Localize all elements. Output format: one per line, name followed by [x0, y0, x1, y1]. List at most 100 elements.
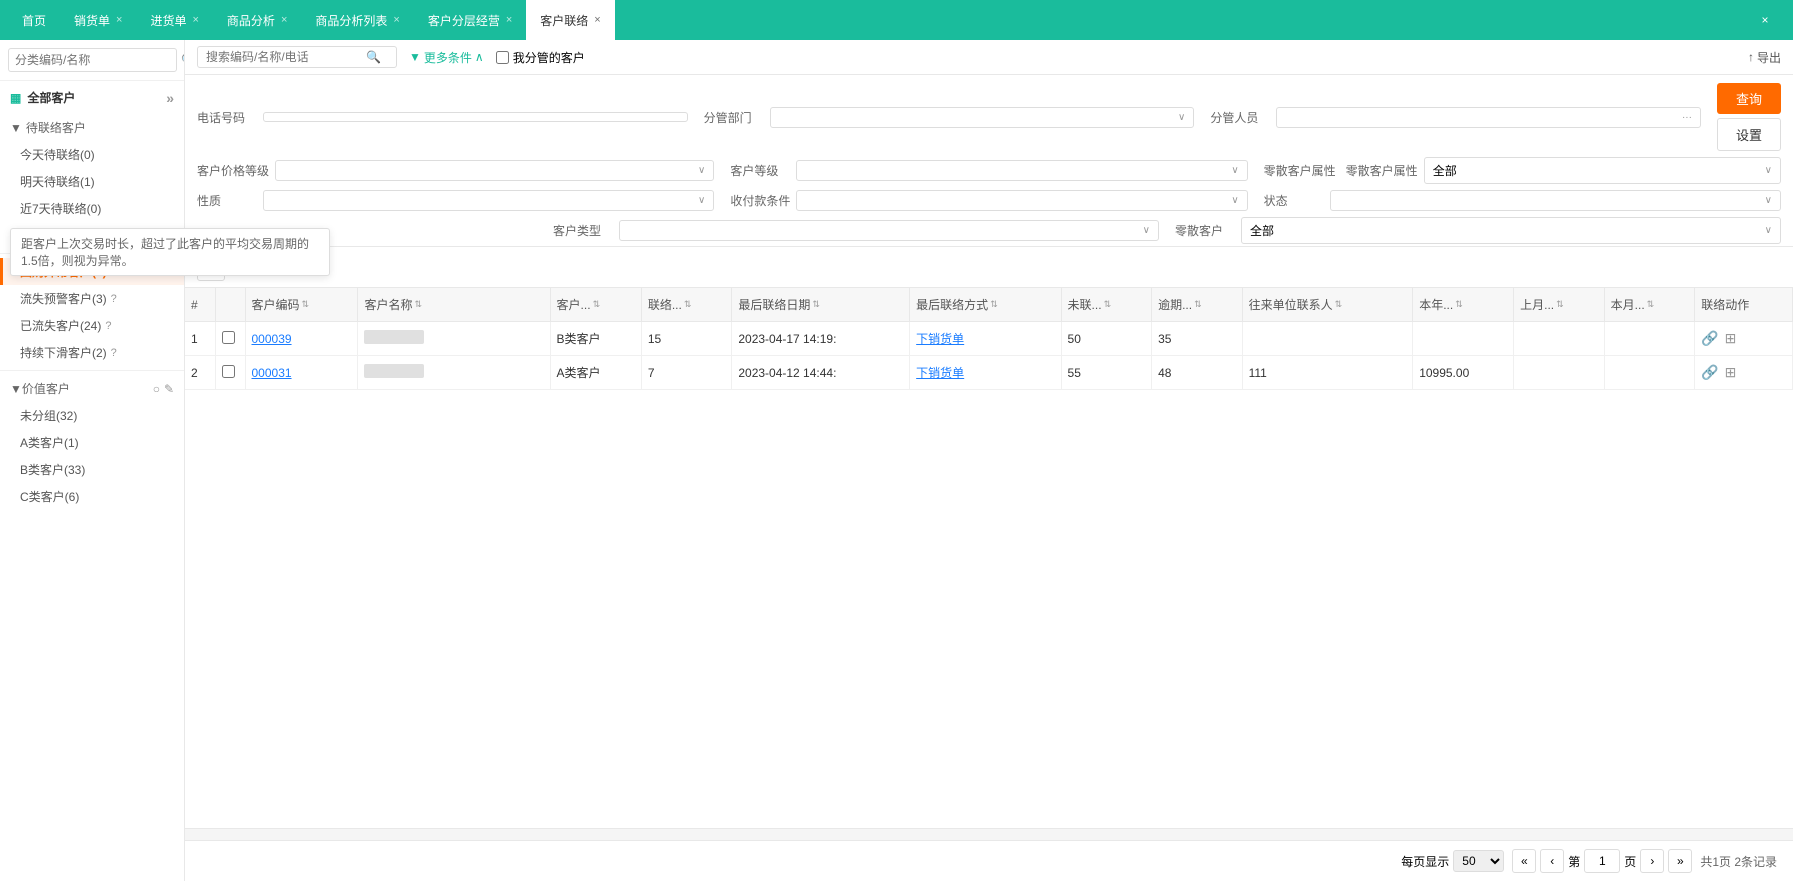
my-customers-checkbox[interactable] — [496, 51, 509, 64]
cell-method-1[interactable]: 下销货单 — [910, 322, 1061, 356]
main-search-input[interactable] — [206, 50, 366, 64]
customer-code-link-1[interactable]: 000039 — [252, 332, 292, 346]
category-search-input[interactable] — [8, 48, 177, 72]
close-sales-order-icon[interactable]: × — [116, 14, 122, 26]
sort-uncontacted-icon[interactable]: ⇅ — [1104, 299, 1112, 310]
col-overdue[interactable]: 逾期...⇅ — [1152, 288, 1243, 322]
sort-code-icon[interactable]: ⇅ — [302, 299, 310, 310]
contact-action-icon-2[interactable]: 🔗 — [1701, 364, 1718, 381]
churned-info-icon[interactable]: ? — [105, 320, 111, 332]
nav-product-analysis[interactable]: 商品分析 × — [213, 0, 301, 40]
status-select[interactable]: ∨ — [1330, 190, 1781, 211]
main-search-icon[interactable]: 🔍 — [366, 50, 381, 64]
my-customers-checkbox-wrap[interactable]: 我分管的客户 — [496, 49, 585, 66]
sort-level-icon[interactable]: ⇅ — [593, 299, 601, 310]
nav-customer-tier[interactable]: 客户分层经营 × — [414, 0, 526, 40]
row-2-checkbox[interactable] — [222, 365, 235, 378]
sidebar-group-value[interactable]: ▼ 价值客户 ○ ✎ — [0, 375, 184, 402]
payment-select[interactable]: ∨ — [796, 190, 1247, 211]
sidebar-item-today[interactable]: 今天待联络(0) — [0, 141, 184, 168]
sidebar-item-c-class[interactable]: C类客户(6) — [0, 483, 184, 510]
gender-select[interactable]: ∨ — [263, 190, 714, 211]
col-uncontacted[interactable]: 未联...⇅ — [1061, 288, 1152, 322]
sidebar-item-churn-warning[interactable]: 流失预警客户(3) ? — [0, 285, 184, 312]
col-code[interactable]: 客户编码⇅ — [245, 288, 358, 322]
declining-info-icon[interactable]: ? — [111, 347, 117, 359]
sidebar-group-pending[interactable]: ▼ 待联络客户 — [0, 114, 184, 141]
sort-last-month-icon[interactable]: ⇅ — [1556, 299, 1564, 310]
nav-product-analysis-list[interactable]: 商品分析列表 × — [301, 0, 413, 40]
col-last-month[interactable]: 上月...⇅ — [1514, 288, 1605, 322]
contact-action-icon-1[interactable]: 🔗 — [1701, 330, 1718, 347]
contact-method-link-2[interactable]: 下销货单 — [916, 366, 964, 380]
sidebar-item-declining[interactable]: 持续下滑客户(2) ? — [0, 339, 184, 366]
sidebar-item-b-class[interactable]: B类客户(33) — [0, 456, 184, 483]
churn-warning-info-icon[interactable]: ? — [111, 293, 117, 305]
col-current-year[interactable]: 本年...⇅ — [1413, 288, 1514, 322]
next-page-button[interactable]: › — [1640, 849, 1664, 873]
export-button[interactable]: ↑ 导出 — [1748, 49, 1781, 66]
contact-method-link-1[interactable]: 下销货单 — [916, 332, 964, 346]
sidebar-item-7days[interactable]: 近7天待联络(0) — [0, 195, 184, 222]
value-group-edit-icon[interactable]: ✎ — [164, 382, 174, 396]
col-contact-count[interactable]: 联络...⇅ — [641, 288, 732, 322]
last-page-button[interactable]: » — [1668, 849, 1692, 873]
first-page-button[interactable]: « — [1512, 849, 1536, 873]
sort-contact-icon[interactable]: ⇅ — [684, 299, 692, 310]
sidebar-collapse-button[interactable]: » — [166, 90, 174, 106]
row-1-actions: 🔗 ⊞ — [1701, 330, 1786, 347]
window-close-button[interactable]: × — [1745, 0, 1785, 40]
close-customer-contact-icon[interactable]: × — [594, 14, 600, 26]
row-1-checkbox[interactable] — [222, 331, 235, 344]
cell-method-2[interactable]: 下销货单 — [910, 356, 1061, 390]
sidebar-item-tomorrow[interactable]: 明天待联络(1) — [0, 168, 184, 195]
col-level[interactable]: 客户...⇅ — [550, 288, 641, 322]
nav-customer-contact[interactable]: 客户联络 × — [526, 0, 614, 40]
prev-page-button[interactable]: ‹ — [1540, 849, 1564, 873]
customer-code-link-2[interactable]: 000031 — [252, 366, 292, 380]
sort-date-icon[interactable]: ⇅ — [812, 299, 820, 310]
cell-checkbox-2[interactable] — [215, 356, 245, 390]
more-action-icon-2[interactable]: ⊞ — [1725, 364, 1737, 381]
sort-year-icon[interactable]: ⇅ — [1455, 299, 1463, 310]
col-partner-contact[interactable]: 往来单位联系人⇅ — [1242, 288, 1413, 322]
page-number-input[interactable] — [1584, 849, 1620, 873]
customer-level-select[interactable]: ∨ — [796, 160, 1247, 181]
nav-sales-order[interactable]: 销货单 × — [60, 0, 136, 40]
col-current-month[interactable]: 本月...⇅ — [1604, 288, 1695, 322]
sidebar-item-a-class[interactable]: A类客户(1) — [0, 429, 184, 456]
retail-customer-select[interactable]: 全部 ∨ — [1241, 217, 1781, 244]
query-button[interactable]: 查询 — [1717, 83, 1781, 114]
per-page-select[interactable]: 20 50 100 200 — [1453, 850, 1504, 872]
close-product-analysis-list-icon[interactable]: × — [393, 14, 399, 26]
manager-select[interactable]: ··· — [1276, 107, 1701, 128]
retail-attr-select[interactable]: 全部 ∨ — [1424, 157, 1781, 184]
sort-partner-icon[interactable]: ⇅ — [1335, 299, 1343, 310]
value-group-circle-icon[interactable]: ○ — [153, 382, 160, 396]
customer-type-select[interactable]: ∨ — [619, 220, 1159, 241]
col-last-contact-method[interactable]: 最后联络方式⇅ — [910, 288, 1061, 322]
nav-home[interactable]: 首页 — [8, 0, 60, 40]
sidebar-item-churned[interactable]: 已流失客户(24) ? — [0, 312, 184, 339]
phone-input[interactable] — [263, 112, 688, 122]
col-name[interactable]: 客户名称⇅ — [358, 288, 550, 322]
dept-select[interactable]: ∨ — [770, 107, 1195, 128]
more-conditions-button[interactable]: ▼ 更多条件 ∧ — [409, 49, 484, 66]
price-level-select[interactable]: ∨ — [275, 160, 714, 181]
sort-overdue-icon[interactable]: ⇅ — [1194, 299, 1202, 310]
close-product-analysis-icon[interactable]: × — [281, 14, 287, 26]
sort-name-icon[interactable]: ⇅ — [414, 299, 422, 310]
close-purchase-order-icon[interactable]: × — [192, 14, 198, 26]
sidebar-item-ungrouped[interactable]: 未分组(32) — [0, 402, 184, 429]
col-last-contact-date[interactable]: 最后联络日期⇅ — [732, 288, 910, 322]
sort-month-icon[interactable]: ⇅ — [1647, 299, 1655, 310]
cell-code-2[interactable]: 000031 — [245, 356, 358, 390]
cell-code-1[interactable]: 000039 — [245, 322, 358, 356]
close-customer-tier-icon[interactable]: × — [506, 14, 512, 26]
nav-purchase-order[interactable]: 进货单 × — [136, 0, 212, 40]
settings-button[interactable]: 设置 — [1717, 118, 1781, 151]
cell-checkbox-1[interactable] — [215, 322, 245, 356]
more-action-icon-1[interactable]: ⊞ — [1725, 330, 1737, 347]
sort-method-icon[interactable]: ⇅ — [990, 299, 998, 310]
horizontal-scrollbar[interactable] — [185, 828, 1793, 840]
